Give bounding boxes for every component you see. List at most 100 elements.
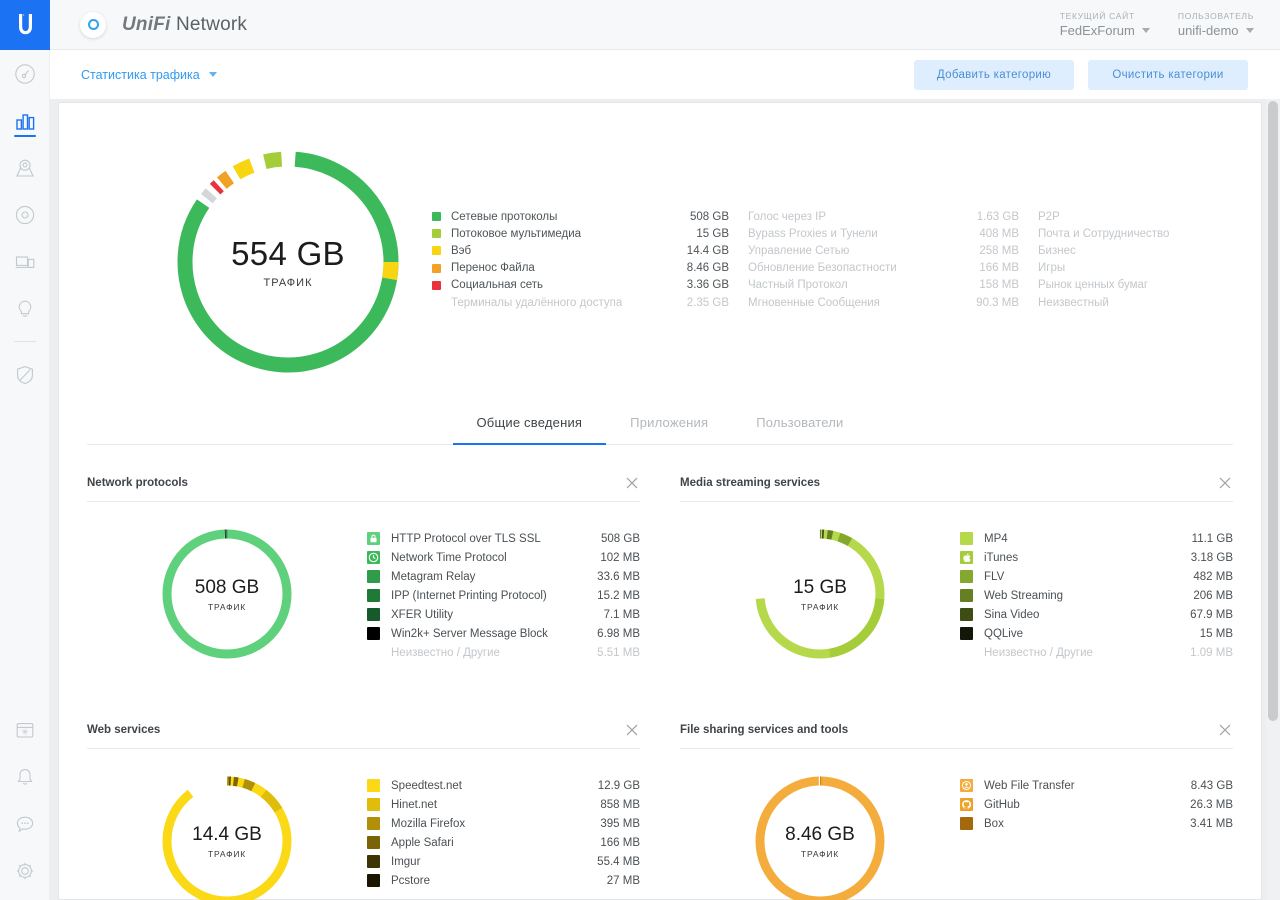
legend-item[interactable]: iTunes 3.18 GB <box>960 548 1233 567</box>
svg-text:✳: ✳ <box>21 727 29 737</box>
tab-users[interactable]: Пользователи <box>732 403 867 444</box>
legend-item-label: Потоковое мультимедиа <box>451 227 582 240</box>
legend-color-swatch <box>960 608 973 621</box>
legend-item[interactable]: P2P76.9 MB <box>1019 208 1280 225</box>
sidebar-item-threats[interactable] <box>0 351 50 398</box>
legend-item-value: 15 MB <box>1199 627 1233 640</box>
legend-item[interactable]: Hinet.net 858 MB <box>367 795 640 814</box>
ubiquiti-logo[interactable] <box>0 0 50 50</box>
scrollbar-thumb[interactable] <box>1268 101 1278 721</box>
legend-item[interactable]: Sina Video 67.9 MB <box>960 605 1233 624</box>
legend-item[interactable]: Терминалы удалённого доступа 2.35 GB <box>432 294 729 311</box>
sidebar-item-devices[interactable] <box>0 191 50 238</box>
unifi-app-icon[interactable] <box>80 11 106 38</box>
sidebar-item-insights[interactable] <box>0 285 50 332</box>
vertical-scrollbar[interactable] <box>1266 99 1280 900</box>
events-icon: ✳ <box>16 722 34 738</box>
sidebar-item-chat[interactable] <box>0 800 50 847</box>
category-card-media-streaming-services: Media streaming services 15 GB ТРАФИК MP4 11… <box>680 475 1233 722</box>
tab-overview[interactable]: Общие сведения <box>452 403 607 445</box>
legend-item[interactable]: Частный Протокол 158 MB <box>729 277 1019 294</box>
tab-applications[interactable]: Приложения <box>606 403 732 444</box>
sidebar-item-clients[interactable] <box>0 238 50 285</box>
legend-item[interactable]: Bypass Proxies и Тунели 408 MB <box>729 225 1019 242</box>
legend-item[interactable]: Pcstore 27 MB <box>367 871 640 890</box>
legend-item-label: Игры <box>1038 262 1066 275</box>
sidebar-item-dashboard[interactable] <box>0 50 50 97</box>
legend-item-label: Metagram Relay <box>391 570 476 583</box>
clear-categories-button[interactable]: Очистить категории <box>1088 59 1248 90</box>
legend-item[interactable]: Перенос Файла 8.46 GB <box>432 260 729 277</box>
legend-item[interactable]: Игры85.9 KB <box>1019 260 1280 277</box>
chevron-down-icon <box>208 72 217 77</box>
legend-item-label: Imgur <box>391 855 421 868</box>
legend-item[interactable]: Голос через IP 1.63 GB <box>729 208 1019 225</box>
legend-item[interactable]: Imgur 55.4 MB <box>367 852 640 871</box>
legend-color-swatch <box>729 212 738 221</box>
site-selector[interactable]: ТЕКУЩИЙ САЙТ FedExForum <box>1060 10 1150 39</box>
category-donut: 14.4 GB ТРАФИК <box>157 771 297 900</box>
legend-item-label: Bypass Proxies и Тунели <box>748 227 878 240</box>
site-name: FedExForum <box>1059 23 1135 38</box>
sidebar-item-statistics[interactable] <box>0 97 50 144</box>
legend-item[interactable]: XFER Utility 7.1 MB <box>367 605 640 624</box>
legend-item-label: Управление Сетью <box>748 244 850 257</box>
legend-item[interactable]: Metagram Relay 33.6 MB <box>367 567 640 586</box>
legend-item[interactable]: Mozilla Firefox 395 MB <box>367 814 640 833</box>
legend-item[interactable]: GitHub 26.3 MB <box>960 795 1233 814</box>
legend-item[interactable]: Неизвестно / Другие 1.09 MB <box>960 643 1233 662</box>
user-selector[interactable]: ПОЛЬЗОВАТЕЛЬ unifi-demo <box>1178 10 1254 39</box>
sub-header: Статистика трафика Добавить категорию Оч… <box>50 50 1280 99</box>
legend-item-value: 11.1 GB <box>1191 532 1233 545</box>
sidebar-item-alerts[interactable] <box>0 753 50 800</box>
close-icon[interactable] <box>624 722 640 738</box>
legend-item[interactable]: Бизнес286 KB <box>1019 242 1280 259</box>
category-cards-grid: Network protocols 508 GB ТРАФИК HTTP Protoc… <box>59 445 1261 900</box>
legend-item[interactable]: Управление Сетью 258 MB <box>729 242 1019 259</box>
category-donut: 508 GB ТРАФИК <box>157 524 297 664</box>
legend-item[interactable]: QQLive 15 MB <box>960 624 1233 643</box>
legend-item[interactable]: FLV 482 MB <box>960 567 1233 586</box>
legend-item[interactable]: Потоковое мультимедиа 15 GB <box>432 225 729 242</box>
legend-color-swatch <box>367 798 380 811</box>
legend-item[interactable]: Почта и Сотрудничество5.7 MB <box>1019 225 1280 242</box>
close-icon[interactable] <box>1217 722 1233 738</box>
legend-item[interactable]: Обновление Безопастности 166 MB <box>729 260 1019 277</box>
legend-item-label: Speedtest.net <box>391 779 462 792</box>
legend-color-swatch <box>367 836 380 849</box>
legend-item[interactable]: Рынок ценных бумаг55.3 KB <box>1019 277 1280 294</box>
legend-item[interactable]: Win2k+ Server Message Block 6.98 MB <box>367 624 640 643</box>
legend-item[interactable]: Мгновенные Сообщения 90.3 MB <box>729 294 1019 311</box>
clients-icon <box>15 255 35 268</box>
legend-item[interactable]: Web Streaming 206 MB <box>960 586 1233 605</box>
close-icon[interactable] <box>1217 475 1233 491</box>
close-icon[interactable] <box>624 475 640 491</box>
legend-item[interactable]: Социальная сеть 3.36 GB <box>432 277 729 294</box>
legend-color-swatch <box>1019 281 1028 290</box>
legend-item[interactable]: Неизвестно / Другие 5.51 MB <box>367 643 640 662</box>
legend-item[interactable]: IPP (Internet Printing Protocol) 15.2 MB <box>367 586 640 605</box>
legend-item-label: Неизвестно / Другие <box>984 646 1093 659</box>
legend-item[interactable]: Сетевые протоколы 508 GB <box>432 208 729 225</box>
legend-item-label: Частный Протокол <box>748 279 848 292</box>
sidebar-item-settings[interactable] <box>0 847 50 894</box>
sidebar-item-events[interactable]: ✳ <box>0 706 50 753</box>
legend-item[interactable]: Apple Safari 166 MB <box>367 833 640 852</box>
legend-item-value: 166 MB <box>979 262 1019 275</box>
page-title-dropdown[interactable]: Статистика трафика <box>81 68 217 82</box>
legend-item[interactable]: Speedtest.net 12.9 GB <box>367 776 640 795</box>
legend-item[interactable]: Web File Transfer 8.43 GB <box>960 776 1233 795</box>
chevron-down-icon <box>1141 28 1150 33</box>
legend-item[interactable]: Box 3.41 MB <box>960 814 1233 833</box>
left-nav-rail: ✳ <box>0 0 50 900</box>
legend-item[interactable]: Вэб 14.4 GB <box>432 242 729 259</box>
legend-item[interactable]: MP4 11.1 GB <box>960 529 1233 548</box>
add-category-button[interactable]: Добавить категорию <box>914 59 1074 90</box>
legend-color-swatch <box>367 589 380 602</box>
legend-item[interactable]: Неизвестный138 MB <box>1019 294 1280 311</box>
user-selector-label: ПОЛЬЗОВАТЕЛЬ <box>1177 11 1254 21</box>
legend-item[interactable]: Network Time Protocol 102 MB <box>367 548 640 567</box>
sidebar-item-map[interactable] <box>0 144 50 191</box>
legend-item[interactable]: HTTP Protocol over TLS SSL 508 GB <box>367 529 640 548</box>
legend-color-swatch <box>432 246 441 256</box>
